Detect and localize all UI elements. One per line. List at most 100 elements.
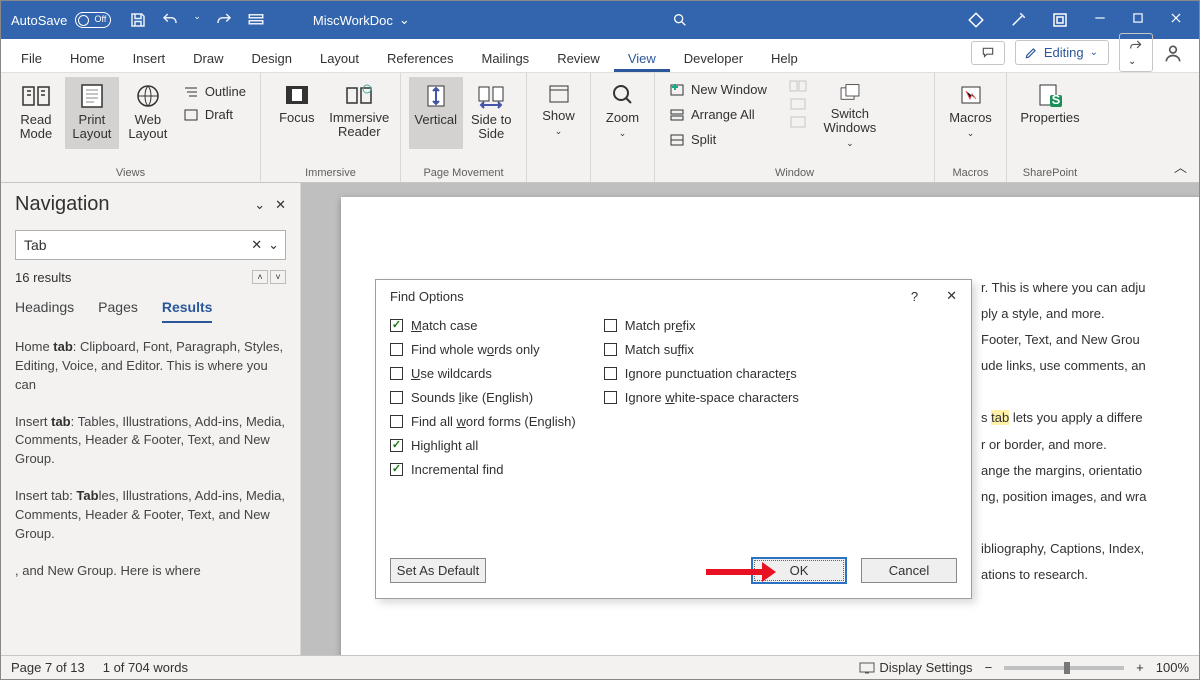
collapse-ribbon-icon[interactable]: ︿ xyxy=(1162,157,1199,182)
option-match-suffix[interactable]: Match suffix xyxy=(604,342,799,357)
redo-icon[interactable] xyxy=(215,11,233,29)
checkbox[interactable] xyxy=(390,439,403,452)
option-sounds-like-english-[interactable]: Sounds like (English) xyxy=(390,390,576,405)
tab-insert[interactable]: Insert xyxy=(119,46,180,72)
option-incremental-find[interactable]: Incremental find xyxy=(390,462,576,477)
tab-design[interactable]: Design xyxy=(238,46,306,72)
switch-windows-button[interactable]: Switch Windows⌄ xyxy=(815,77,885,149)
app-switch-icon[interactable] xyxy=(1051,11,1069,29)
tab-draw[interactable]: Draw xyxy=(179,46,237,72)
option-match-prefix[interactable]: Match prefix xyxy=(604,318,799,333)
comments-button[interactable] xyxy=(971,41,1005,65)
tab-review[interactable]: Review xyxy=(543,46,614,72)
close-icon[interactable]: ✕ xyxy=(275,197,286,213)
vertical-button[interactable]: Vertical xyxy=(409,77,463,149)
search-button[interactable] xyxy=(410,9,951,31)
zoom-out-icon[interactable]: − xyxy=(985,660,993,675)
zoom-slider[interactable] xyxy=(1004,666,1124,670)
tab-developer[interactable]: Developer xyxy=(670,46,757,72)
focus-button[interactable]: Focus xyxy=(269,77,325,149)
split-button[interactable]: Split xyxy=(663,129,773,150)
read-mode-button[interactable]: Read Mode xyxy=(9,77,63,149)
wand-icon[interactable] xyxy=(1009,11,1027,29)
option-match-case[interactable]: Match case xyxy=(390,318,576,333)
close-icon[interactable] xyxy=(1169,11,1183,29)
option-ignore-white-space-characters[interactable]: Ignore white-space characters xyxy=(604,390,799,405)
undo-dropdown-icon[interactable]: ⌄ xyxy=(193,11,201,29)
list-item[interactable]: Home tab: Clipboard, Font, Paragraph, St… xyxy=(15,338,286,395)
user-icon[interactable] xyxy=(1163,43,1183,63)
clear-icon[interactable]: ✕ xyxy=(245,237,268,253)
nav-tab-headings[interactable]: Headings xyxy=(15,297,74,323)
nav-tab-results[interactable]: Results xyxy=(162,297,213,323)
prev-result-icon[interactable]: ˄ xyxy=(252,270,268,284)
checkbox[interactable] xyxy=(390,415,403,428)
cancel-button[interactable]: Cancel xyxy=(861,558,957,583)
properties-button[interactable]: SProperties xyxy=(1015,77,1085,149)
chevron-down-icon[interactable]: ⌄ xyxy=(254,197,265,213)
draft-button[interactable]: Draft xyxy=(177,104,252,125)
maximize-icon[interactable] xyxy=(1131,11,1145,29)
tab-home[interactable]: Home xyxy=(56,46,119,72)
tab-references[interactable]: References xyxy=(373,46,467,72)
word-count[interactable]: 1 of 704 words xyxy=(103,660,188,675)
autosave[interactable]: AutoSave Off xyxy=(1,12,121,28)
search-input-field[interactable] xyxy=(22,236,245,254)
option-use-wildcards[interactable]: Use wildcards xyxy=(390,366,576,381)
checkbox[interactable] xyxy=(604,391,617,404)
diamond-icon[interactable] xyxy=(967,11,985,29)
option-ignore-punctuation-characters[interactable]: Ignore punctuation characters xyxy=(604,366,799,381)
option-find-all-word-forms-english-[interactable]: Find all word forms (English) xyxy=(390,414,576,429)
checkbox[interactable] xyxy=(604,319,617,332)
nav-tab-pages[interactable]: Pages xyxy=(98,297,138,323)
side-to-side-button[interactable]: Side to Side xyxy=(465,77,519,149)
new-window-button[interactable]: New Window xyxy=(663,79,773,100)
macros-button[interactable]: Macros⌄ xyxy=(943,77,998,149)
search-input[interactable]: ✕ ⌄ xyxy=(15,230,286,260)
checkbox[interactable] xyxy=(604,343,617,356)
zoom-level[interactable]: 100% xyxy=(1156,660,1189,675)
close-icon[interactable]: ✕ xyxy=(946,288,957,304)
chevron-down-icon[interactable]: ⌄ xyxy=(268,237,279,253)
undo-icon[interactable] xyxy=(161,11,179,29)
save-icon[interactable] xyxy=(129,11,147,29)
option-find-whole-words-only[interactable]: Find whole words only xyxy=(390,342,576,357)
zoom-button[interactable]: Zoom⌄ xyxy=(599,77,646,149)
option-highlight-all[interactable]: Highlight all xyxy=(390,438,576,453)
tab-mailings[interactable]: Mailings xyxy=(468,46,544,72)
dialog-title: Find Options xyxy=(390,289,464,304)
tab-layout[interactable]: Layout xyxy=(306,46,373,72)
list-item[interactable]: , and New Group. Here is where xyxy=(15,562,286,581)
list-item[interactable]: Insert tab: Tables, Illustrations, Add-i… xyxy=(15,413,286,470)
share-button[interactable]: ⌄ xyxy=(1119,33,1153,72)
display-settings-button[interactable]: Display Settings xyxy=(859,660,972,675)
document-title[interactable]: MiscWorkDoc ⌄ xyxy=(313,12,410,28)
tab-file[interactable]: File xyxy=(7,46,56,72)
list-item[interactable]: Insert tab: Tables, Illustrations, Add-i… xyxy=(15,487,286,544)
help-icon[interactable]: ? xyxy=(911,289,918,304)
autosave-toggle[interactable]: Off xyxy=(75,12,111,28)
checkbox[interactable] xyxy=(390,343,403,356)
checkbox[interactable] xyxy=(604,367,617,380)
arrange-all-button[interactable]: Arrange All xyxy=(663,104,773,125)
checkbox[interactable] xyxy=(390,319,403,332)
customize-qat-icon[interactable] xyxy=(247,11,265,29)
checkbox[interactable] xyxy=(390,367,403,380)
checkbox[interactable] xyxy=(390,463,403,476)
outline-button[interactable]: Outline xyxy=(177,81,252,102)
group-window-label: Window xyxy=(655,165,934,182)
tab-help[interactable]: Help xyxy=(757,46,812,72)
show-button[interactable]: Show⌄ xyxy=(535,77,582,149)
navigation-pane: Navigation ⌄ ✕ ✕ ⌄ 16 results ˄˅ Heading… xyxy=(1,183,301,655)
minimize-icon[interactable] xyxy=(1093,11,1107,29)
zoom-in-icon[interactable]: + xyxy=(1136,660,1144,675)
immersive-reader-button[interactable]: Immersive Reader xyxy=(327,77,392,149)
next-result-icon[interactable]: ˅ xyxy=(270,270,286,284)
tab-view[interactable]: View xyxy=(614,46,670,72)
editing-mode-button[interactable]: Editing ⌄ xyxy=(1015,40,1109,65)
page-indicator[interactable]: Page 7 of 13 xyxy=(11,660,85,675)
print-layout-button[interactable]: Print Layout xyxy=(65,77,119,149)
web-layout-button[interactable]: Web Layout xyxy=(121,77,175,149)
checkbox[interactable] xyxy=(390,391,403,404)
set-as-default-button[interactable]: Set As Default xyxy=(390,558,486,583)
